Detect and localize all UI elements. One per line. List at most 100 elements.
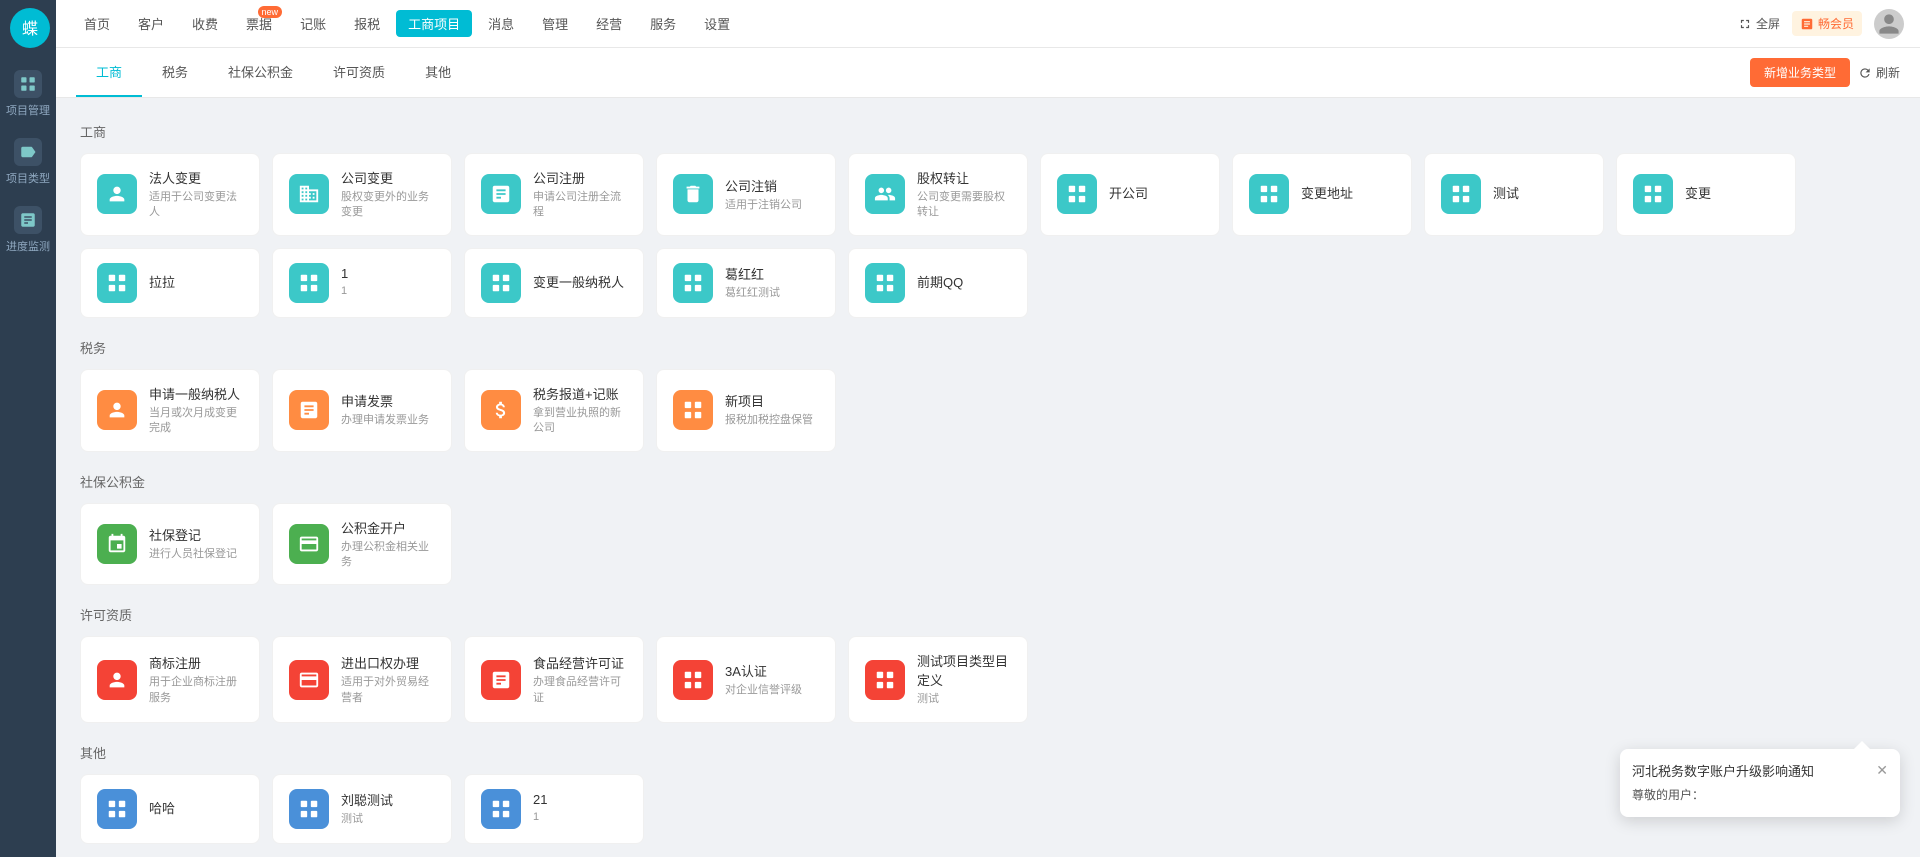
tab-qita[interactable]: 其他 [405, 48, 471, 97]
test-type-desc: 测试 [917, 692, 1011, 707]
notification-header: 河北税务数字账户升级影响通知 ✕ [1632, 761, 1888, 780]
card-test[interactable]: 测试 [1424, 153, 1604, 236]
refresh-button[interactable]: 刷新 [1858, 64, 1900, 81]
cards-shebao: 社保登记 进行人员社保登记 公积金开户 办理公积金相关业务 [80, 503, 1896, 586]
card-equity-transfer[interactable]: 股权转让 公司变更需要股权转让 [848, 153, 1028, 236]
trademark-desc: 用于企业商标注册服务 [149, 675, 243, 706]
card-num1[interactable]: 1 1 [272, 248, 452, 318]
card-legal-change[interactable]: 法人变更 适用于公司变更法人 [80, 153, 260, 236]
card-company-change[interactable]: 公司变更 股权变更外的业务变更 [272, 153, 452, 236]
card-3a-cert[interactable]: 3A认证 对企业信誉评级 [656, 636, 836, 722]
refresh-label: 刷新 [1876, 64, 1900, 81]
card-company-cancel[interactable]: 公司注销 适用于注销公司 [656, 153, 836, 236]
apply-taxpayer-icon [97, 390, 137, 430]
app-logo[interactable]: 蝶 [10, 8, 46, 44]
nav-settings[interactable]: 设置 [692, 10, 742, 37]
card-import-export[interactable]: 进出口权办理 适用于对外贸易经营者 [272, 636, 452, 722]
apply-invoice-title: 申请发票 [341, 391, 429, 410]
card-apply-invoice[interactable]: 申请发票 办理申请发票业务 [272, 369, 452, 452]
tab-shebao[interactable]: 社保公积金 [208, 48, 313, 97]
nav-service[interactable]: 服务 [638, 10, 688, 37]
member-label: 畅会员 [1818, 15, 1854, 32]
test-title: 测试 [1493, 183, 1519, 202]
card-social-register[interactable]: 社保登记 进行人员社保登记 [80, 503, 260, 586]
apply-taxpayer-title: 申请一般纳税人 [149, 384, 243, 403]
member-btn[interactable]: 畅会员 [1792, 11, 1862, 36]
card-num21[interactable]: 21 1 [464, 774, 644, 844]
card-change-taxpayer[interactable]: 变更一般纳税人 [464, 248, 644, 318]
card-lala[interactable]: 拉拉 [80, 248, 260, 318]
card-change-address[interactable]: 变更地址 [1232, 153, 1412, 236]
company-change-desc: 股权变更外的业务变更 [341, 190, 435, 221]
nav-biz[interactable]: 工商项目 [396, 10, 472, 37]
card-tax-report[interactable]: 税务报道+记账 拿到营业执照的新公司 [464, 369, 644, 452]
card-new-project[interactable]: 新项目 报税加税控盘保管 [656, 369, 836, 452]
cards-shuiwu: 申请一般纳税人 当月或次月成变更完成 申请发票 办理申请发票业务 税务报 [80, 369, 1896, 452]
num1-icon [289, 263, 329, 303]
nav-collect[interactable]: 收费 [180, 10, 230, 37]
card-change2[interactable]: 变更 [1616, 153, 1796, 236]
haha-icon [97, 789, 137, 829]
card-company-register[interactable]: 公司注册 申请公司注册全流程 [464, 153, 644, 236]
front-qq-title: 前期QQ [917, 272, 963, 291]
sidebar-item-project-type[interactable]: 项目类型 [0, 128, 56, 196]
equity-transfer-icon [865, 174, 905, 214]
food-license-desc: 办理食品经营许可证 [533, 675, 627, 706]
user-avatar[interactable] [1874, 9, 1904, 39]
change-taxpayer-icon [481, 263, 521, 303]
fullscreen-btn[interactable]: 全屏 [1738, 15, 1780, 32]
card-haha[interactable]: 哈哈 [80, 774, 260, 844]
tab-gongshang[interactable]: 工商 [76, 48, 142, 97]
nav-account[interactable]: 记账 [288, 10, 338, 37]
food-license-title: 食品经营许可证 [533, 653, 627, 672]
new-type-button[interactable]: 新增业务类型 [1750, 58, 1850, 87]
sidebar-item-project-mgmt[interactable]: 项目管理 [0, 60, 56, 128]
apply-invoice-icon [289, 390, 329, 430]
nav-operate[interactable]: 经营 [584, 10, 634, 37]
import-export-icon [289, 660, 329, 700]
nav-home[interactable]: 首页 [72, 10, 122, 37]
liu-test-desc: 测试 [341, 812, 393, 827]
nav-ticket[interactable]: 票据 new [234, 10, 284, 37]
cards-gongshang: 法人变更 适用于公司变更法人 公司变更 股权变更外的业务变更 公司注册 [80, 153, 1896, 318]
card-food-license[interactable]: 食品经营许可证 办理食品经营许可证 [464, 636, 644, 722]
card-apply-taxpayer[interactable]: 申请一般纳税人 当月或次月成变更完成 [80, 369, 260, 452]
nav-message[interactable]: 消息 [476, 10, 526, 37]
mahonghong-desc: 葛红红测试 [725, 286, 780, 301]
sidebar-item-project-type-label: 项目类型 [6, 170, 50, 186]
change-address-title: 变更地址 [1301, 183, 1353, 202]
lala-icon [97, 263, 137, 303]
nav-manage[interactable]: 管理 [530, 10, 580, 37]
legal-change-icon [97, 174, 137, 214]
tab-shuiwu[interactable]: 税务 [142, 48, 208, 97]
sidebar-item-progress-label: 进度监测 [6, 238, 50, 254]
card-mahonghong[interactable]: 葛红红 葛红红测试 [656, 248, 836, 318]
num21-desc: 1 [533, 810, 547, 825]
test-type-icon [865, 660, 905, 700]
card-trademark[interactable]: 商标注册 用于企业商标注册服务 [80, 636, 260, 722]
sidebar-item-project-mgmt-label: 项目管理 [6, 102, 50, 118]
nav-client[interactable]: 客户 [126, 10, 176, 37]
import-export-desc: 适用于对外贸易经营者 [341, 675, 435, 706]
company-register-desc: 申请公司注册全流程 [533, 190, 627, 221]
notification-close-btn[interactable]: ✕ [1876, 762, 1888, 779]
social-register-title: 社保登记 [149, 525, 237, 544]
social-register-icon [97, 524, 137, 564]
card-open-company[interactable]: 开公司 [1040, 153, 1220, 236]
num1-title: 1 [341, 266, 348, 281]
tab-xuke[interactable]: 许可资质 [313, 48, 405, 97]
card-front-qq[interactable]: 前期QQ [848, 248, 1028, 318]
card-liu-test[interactable]: 刘聪测试 测试 [272, 774, 452, 844]
section-xuke-title: 许可资质 [80, 605, 1896, 624]
nav-tax[interactable]: 报税 [342, 10, 392, 37]
new-project-desc: 报税加税控盘保管 [725, 413, 813, 428]
main-area: 首页 客户 收费 票据 new 记账 报税 工商项目 消息 管理 经营 服务 设… [56, 0, 1920, 857]
card-test-type[interactable]: 测试项目类型目定义 测试 [848, 636, 1028, 722]
mahonghong-title: 葛红红 [725, 264, 780, 283]
change-taxpayer-title: 变更一般纳税人 [533, 272, 624, 291]
card-fund-open[interactable]: 公积金开户 办理公积金相关业务 [272, 503, 452, 586]
fund-open-icon [289, 524, 329, 564]
open-company-icon [1057, 174, 1097, 214]
equity-transfer-title: 股权转让 [917, 168, 1011, 187]
sidebar-item-progress[interactable]: 进度监测 [0, 196, 56, 264]
